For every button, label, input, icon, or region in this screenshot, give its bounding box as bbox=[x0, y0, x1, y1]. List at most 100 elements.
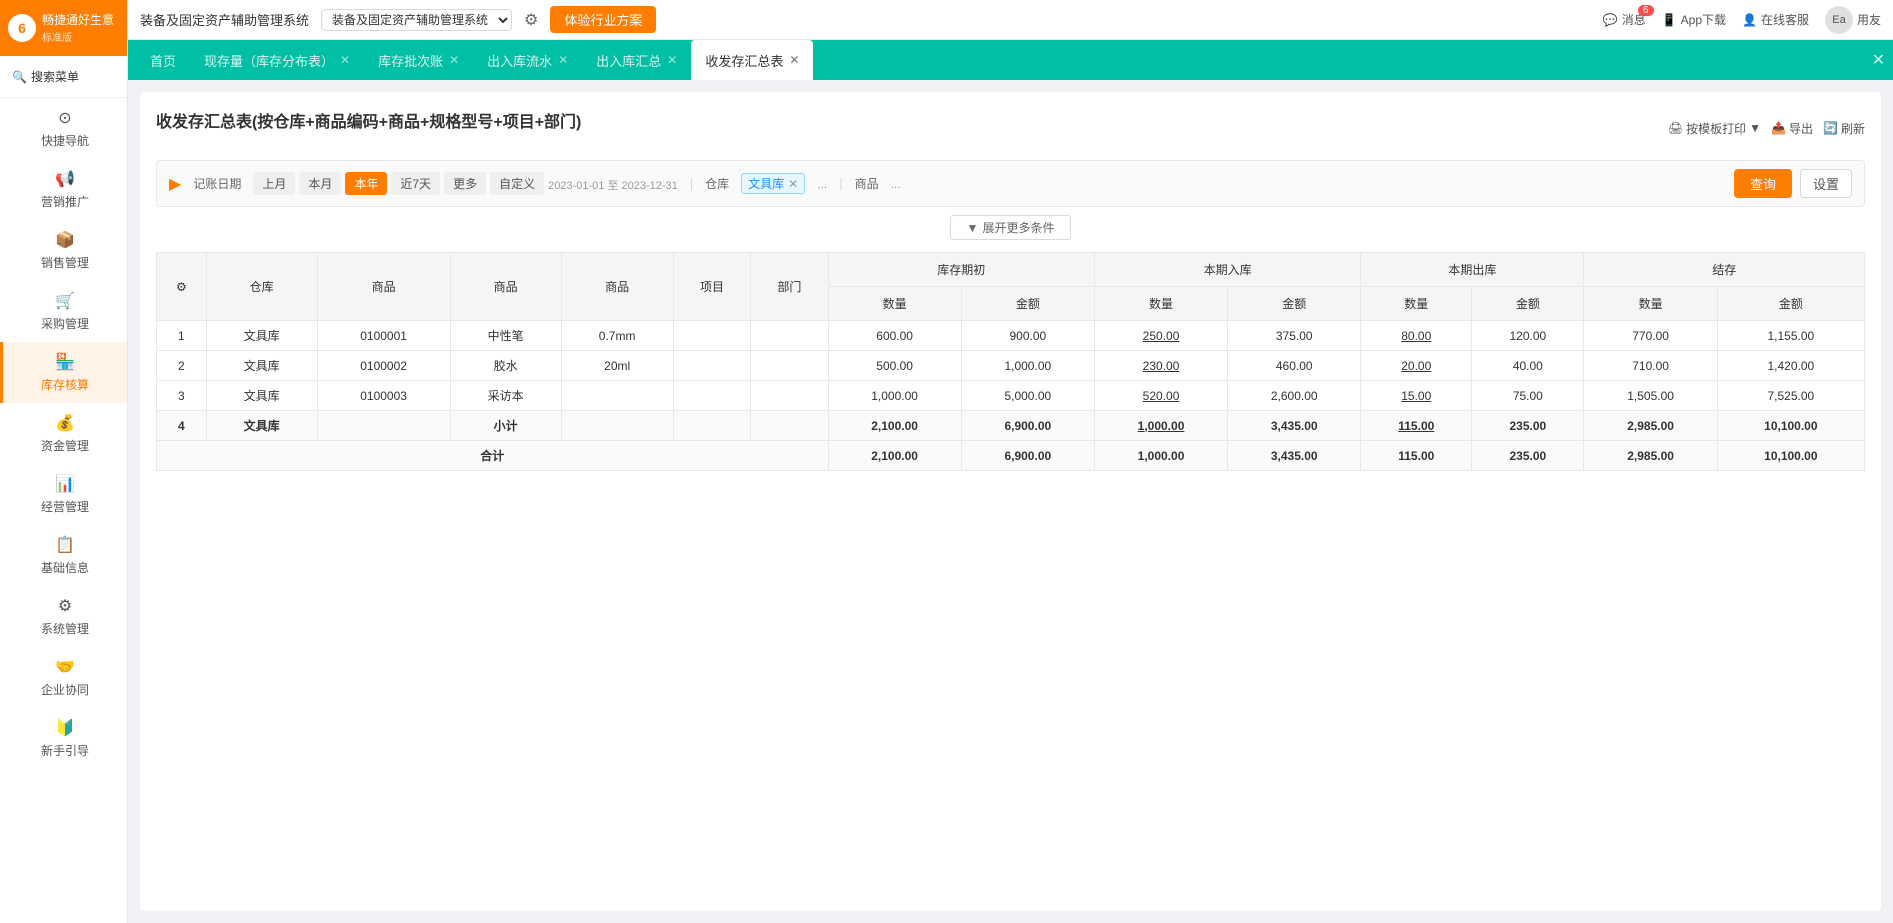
sidebar-item-basic[interactable]: 📋 基础信息 bbox=[0, 525, 127, 586]
sidebar-item-enterprise[interactable]: 🤝 企业协同 bbox=[0, 647, 127, 708]
sidebar-item-quick[interactable]: ⊙ 快捷导航 bbox=[0, 98, 127, 159]
trial-button[interactable]: 体验行业方案 bbox=[550, 6, 656, 33]
date-btn-last-month[interactable]: 上月 bbox=[253, 172, 295, 195]
print-button[interactable]: 🖨 按模板打印 ▼ bbox=[1668, 120, 1761, 137]
goods-more[interactable]: ... bbox=[891, 177, 901, 191]
quick-icon: ⊙ bbox=[58, 108, 71, 128]
th-in-amt: 金额 bbox=[1228, 287, 1361, 321]
sidebar-item-finance[interactable]: 💰 资金管理 bbox=[0, 403, 127, 464]
marketing-icon: 📢 bbox=[55, 169, 75, 189]
tab-close-icon[interactable]: ✕ bbox=[789, 53, 799, 67]
tab-home[interactable]: 首页 bbox=[136, 40, 190, 80]
app-download-button[interactable]: 📱 App下载 bbox=[1662, 11, 1726, 28]
tab-inout-summary[interactable]: 出入库汇总 ✕ bbox=[582, 40, 691, 80]
th-code: 商品 bbox=[317, 253, 450, 321]
sidebar: 6 畅捷通好生意 标准版 🔍 搜索菜单 ⊙ 快捷导航 📢 营销推广 📦 销售管理… bbox=[0, 0, 128, 923]
cell-project bbox=[673, 321, 750, 351]
close-all-tabs-button[interactable]: ✕ bbox=[1872, 50, 1885, 70]
message-button[interactable]: 💬 消息 6 bbox=[1603, 11, 1646, 28]
footer-amt-init: 6,900.00 bbox=[961, 441, 1094, 471]
sidebar-item-purchase[interactable]: 🛒 采购管理 bbox=[0, 281, 127, 342]
table-row: 1文具库0100001中性笔0.7mm600.00900.00250.00375… bbox=[157, 321, 1865, 351]
cell-project bbox=[673, 381, 750, 411]
inventory-icon: 🏪 bbox=[55, 352, 75, 372]
footer-amt-bal: 10,100.00 bbox=[1717, 441, 1864, 471]
cell-qty-in[interactable]: 520.00 bbox=[1094, 381, 1227, 411]
tab-close-icon[interactable]: ✕ bbox=[667, 53, 677, 67]
cell-amt-init: 1,000.00 bbox=[961, 351, 1094, 381]
date-btn-this-month[interactable]: 本月 bbox=[299, 172, 341, 195]
export-icon: 📤 bbox=[1771, 121, 1786, 135]
enterprise-icon: 🤝 bbox=[55, 657, 75, 677]
cell-qty-init: 1,000.00 bbox=[828, 381, 961, 411]
cell-name: 胶水 bbox=[450, 351, 561, 381]
date-label: 记账日期 bbox=[193, 175, 241, 192]
tab-close-icon[interactable]: ✕ bbox=[340, 53, 350, 67]
export-button[interactable]: 📤 导出 bbox=[1771, 120, 1813, 137]
th-name: 商品 bbox=[450, 253, 561, 321]
filter-arrow-icon[interactable]: ▶ bbox=[169, 174, 181, 194]
cell-qty-in[interactable]: 230.00 bbox=[1094, 351, 1227, 381]
th-init-qty: 数量 bbox=[828, 287, 961, 321]
page-container: 收发存汇总表(按仓库+商品编码+商品+规格型号+项目+部门) 🖨 按模板打印 ▼… bbox=[140, 92, 1881, 911]
tab-batch[interactable]: 库存批次账 ✕ bbox=[364, 40, 473, 80]
table-row: 2文具库0100002胶水20ml500.001,000.00230.00460… bbox=[157, 351, 1865, 381]
th-dept: 部门 bbox=[751, 253, 828, 321]
date-btn-custom[interactable]: 自定义 bbox=[490, 172, 544, 195]
cell-amt-in: 460.00 bbox=[1228, 351, 1361, 381]
refresh-button[interactable]: 🔄 刷新 bbox=[1823, 120, 1865, 137]
warehouse-tag-close-icon[interactable]: ✕ bbox=[788, 177, 798, 191]
cell-qty-in[interactable]: 1,000.00 bbox=[1094, 411, 1227, 441]
finance-icon: 💰 bbox=[55, 413, 75, 433]
system-select[interactable]: 装备及固定资产辅助管理系统 bbox=[321, 9, 512, 31]
expand-conditions-button[interactable]: ▼ 展开更多条件 bbox=[950, 215, 1072, 240]
tab-inout-flow[interactable]: 出入库流水 ✕ bbox=[473, 40, 582, 80]
search-menu-button[interactable]: 🔍 搜索菜单 bbox=[8, 64, 119, 89]
cell-seq: 3 bbox=[157, 381, 207, 411]
sidebar-item-inventory[interactable]: 🏪 库存核算 bbox=[0, 342, 127, 403]
cell-qty-out[interactable]: 115.00 bbox=[1361, 411, 1472, 441]
th-out-group: 本期出库 bbox=[1361, 253, 1584, 287]
cell-warehouse: 文具库 bbox=[206, 381, 317, 411]
th-settings[interactable]: ⚙ bbox=[157, 253, 207, 321]
cell-qty-bal: 710.00 bbox=[1584, 351, 1717, 381]
search-icon: 🔍 bbox=[12, 70, 27, 84]
footer-qty-out: 115.00 bbox=[1361, 441, 1472, 471]
cell-qty-in[interactable]: 250.00 bbox=[1094, 321, 1227, 351]
warehouse-more[interactable]: ... bbox=[817, 177, 827, 191]
logo-text: 畅捷通好生意 标准版 bbox=[42, 12, 114, 44]
operation-icon: 📊 bbox=[55, 474, 75, 494]
footer-amt-in: 3,435.00 bbox=[1228, 441, 1361, 471]
date-btn-more[interactable]: 更多 bbox=[444, 172, 486, 195]
goods-label: 商品 bbox=[855, 175, 879, 192]
sidebar-item-guide[interactable]: 🔰 新手引导 bbox=[0, 708, 127, 769]
topbar: 装备及固定资产辅助管理系统 装备及固定资产辅助管理系统 ⚙ 体验行业方案 💬 消… bbox=[128, 0, 1893, 40]
cell-amt-bal: 1,155.00 bbox=[1717, 321, 1864, 351]
online-service-button[interactable]: 👤 在线客服 bbox=[1742, 11, 1809, 28]
cell-qty-out[interactable]: 80.00 bbox=[1361, 321, 1472, 351]
sidebar-item-system[interactable]: ⚙ 系统管理 bbox=[0, 586, 127, 647]
cell-amt-out: 75.00 bbox=[1472, 381, 1584, 411]
th-bal-amt: 金额 bbox=[1717, 287, 1864, 321]
th-out-amt: 金额 bbox=[1472, 287, 1584, 321]
date-btn-7days[interactable]: 近7天 bbox=[391, 172, 440, 195]
system-icon: ⚙ bbox=[58, 596, 72, 616]
tab-inventory-dist[interactable]: 现存量（库存分布表） ✕ bbox=[190, 40, 364, 80]
settings-button[interactable]: 设置 bbox=[1800, 169, 1852, 198]
cell-project bbox=[673, 411, 750, 441]
cell-qty-out[interactable]: 15.00 bbox=[1361, 381, 1472, 411]
cell-qty-out[interactable]: 20.00 bbox=[1361, 351, 1472, 381]
tab-receive-summary[interactable]: 收发存汇总表 ✕ bbox=[691, 40, 813, 80]
tab-close-icon[interactable]: ✕ bbox=[449, 53, 459, 67]
sidebar-item-marketing[interactable]: 📢 营销推广 bbox=[0, 159, 127, 220]
user-button[interactable]: Ea 用友 bbox=[1825, 6, 1881, 34]
sidebar-item-operation[interactable]: 📊 经营管理 bbox=[0, 464, 127, 525]
tab-close-icon[interactable]: ✕ bbox=[558, 53, 568, 67]
date-btn-this-year[interactable]: 本年 bbox=[345, 172, 387, 195]
cell-amt-bal: 7,525.00 bbox=[1717, 381, 1864, 411]
gear-icon[interactable]: ⚙ bbox=[524, 10, 538, 30]
warehouse-tag[interactable]: 文具库 ✕ bbox=[741, 173, 805, 194]
query-button[interactable]: 查询 bbox=[1734, 169, 1792, 198]
footer-label: 合计 bbox=[157, 441, 829, 471]
sidebar-item-sales[interactable]: 📦 销售管理 bbox=[0, 220, 127, 281]
